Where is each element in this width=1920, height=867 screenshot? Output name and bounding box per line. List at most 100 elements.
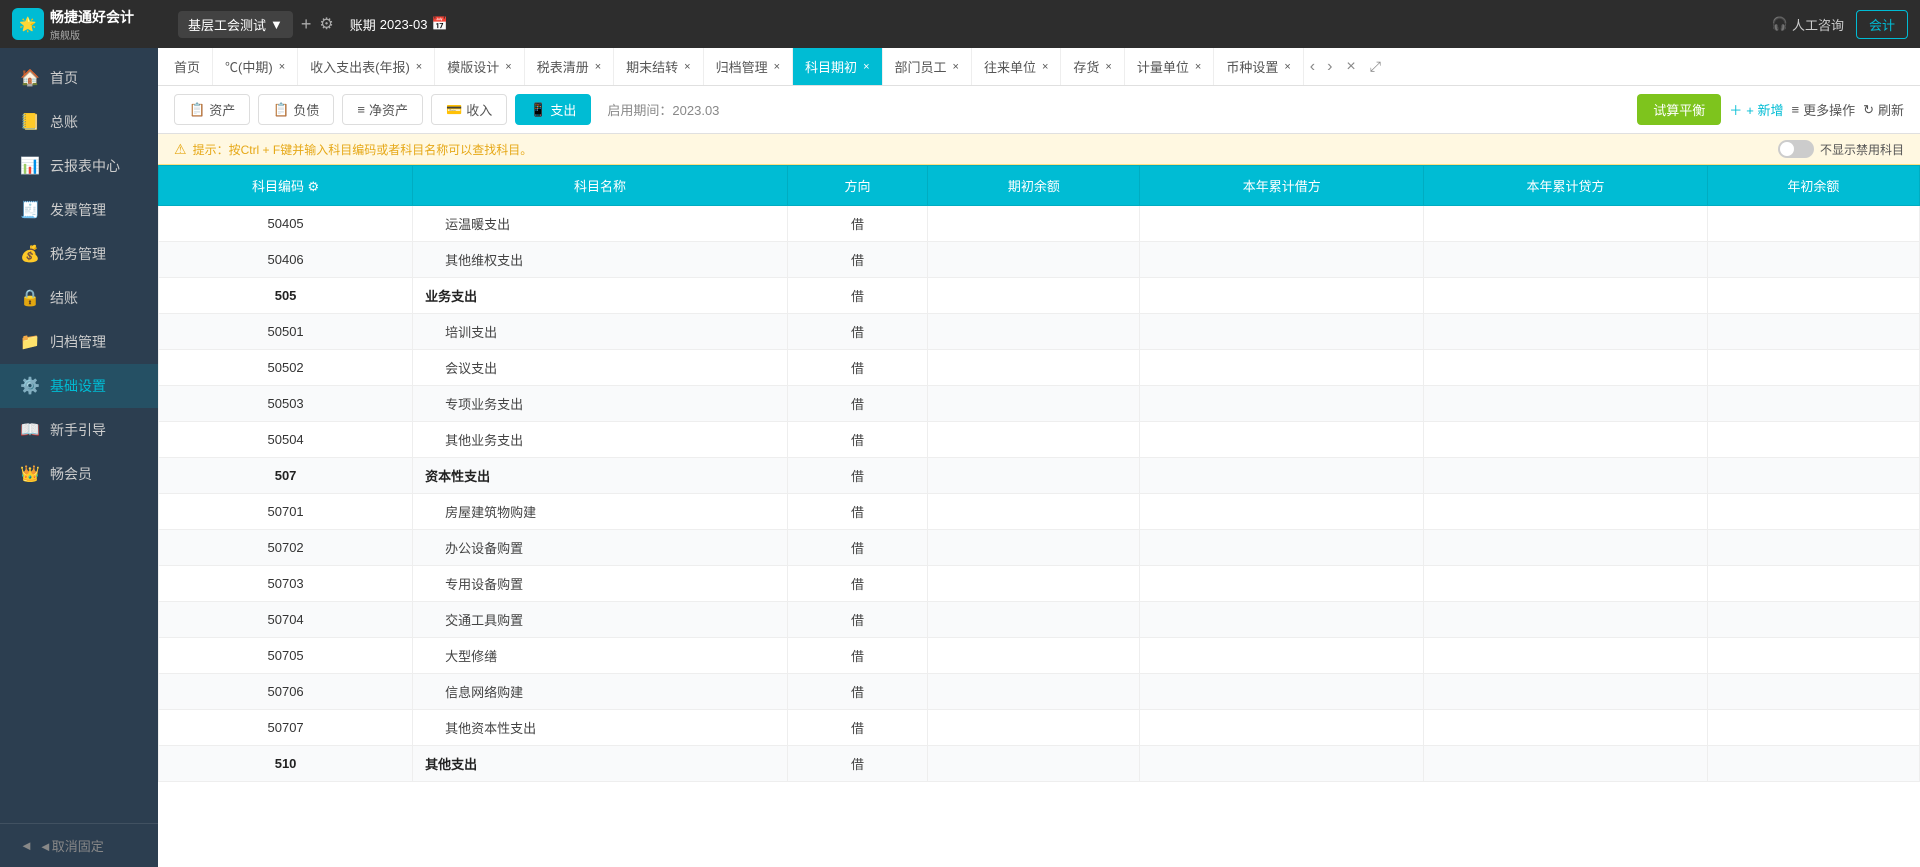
- tab-partner-close[interactable]: ×: [1042, 61, 1048, 73]
- tab-dept[interactable]: 部门员工 ×: [883, 48, 972, 85]
- tab-inventory[interactable]: 存货 ×: [1061, 48, 1124, 85]
- ai-consult-btn[interactable]: 🎧 人工咨询: [1772, 15, 1844, 34]
- sub-tab-equity[interactable]: ≡ 净资产: [342, 94, 423, 125]
- tab-archive-close[interactable]: ×: [774, 61, 780, 73]
- tab-unit-close[interactable]: ×: [1195, 61, 1201, 73]
- sidebar-item-guide[interactable]: 📖 新手引导: [0, 408, 158, 452]
- tab-expand-btn[interactable]: ⤢: [1364, 58, 1387, 75]
- tab-period-close[interactable]: ×: [279, 61, 285, 73]
- cell-code: 50501: [159, 314, 413, 350]
- tab-period-label: ℃(中期): [225, 57, 273, 76]
- tab-dept-close[interactable]: ×: [953, 61, 959, 73]
- table-row[interactable]: 50502 会议支出 借: [159, 350, 1920, 386]
- sub-tab-expense[interactable]: 📱 支出: [515, 94, 591, 125]
- cell-ytd-credit: [1424, 386, 1708, 422]
- more-btn[interactable]: ≡ 更多操作: [1791, 100, 1855, 119]
- table-row[interactable]: 50504 其他业务支出 借: [159, 422, 1920, 458]
- cell-code: 50701: [159, 494, 413, 530]
- cell-direction: 借: [787, 674, 928, 710]
- sub-tab-liability-label: 负债: [293, 100, 319, 119]
- sidebar-item-ledger[interactable]: 📒 总账: [0, 100, 158, 144]
- table-row[interactable]: 50703 专用设备购置 借: [159, 566, 1920, 602]
- sidebar-item-report[interactable]: 📊 云报表中心: [0, 144, 158, 188]
- table-row[interactable]: 50706 信息网络购建 借: [159, 674, 1920, 710]
- sidebar-item-close[interactable]: 🔒 结账: [0, 276, 158, 320]
- sidebar-item-tax[interactable]: 💰 税务管理: [0, 232, 158, 276]
- cell-ytd-credit: [1424, 206, 1708, 242]
- tab-template-close[interactable]: ×: [505, 61, 511, 73]
- cell-ytd-credit: [1424, 638, 1708, 674]
- table-row[interactable]: 50501 培训支出 借: [159, 314, 1920, 350]
- company-selector[interactable]: 基层工会测试 ▼: [178, 11, 293, 38]
- kuaiji-btn[interactable]: 会计: [1856, 10, 1908, 39]
- sub-tab-income-tab[interactable]: 💳 收入: [431, 94, 507, 125]
- tab-income[interactable]: 收入支出表(年报) ×: [298, 48, 435, 85]
- gear-icon: ⚙️: [20, 376, 40, 396]
- cell-code: 50502: [159, 350, 413, 386]
- settings-icon[interactable]: ⚙: [319, 14, 333, 34]
- tab-partner[interactable]: 往来单位 ×: [972, 48, 1061, 85]
- tab-archive[interactable]: 归档管理 ×: [704, 48, 793, 85]
- table-row[interactable]: 50503 专项业务支出 借: [159, 386, 1920, 422]
- sidebar-label-home: 首页: [50, 68, 78, 88]
- tab-close-all-btn[interactable]: ×: [1338, 58, 1363, 76]
- table-row[interactable]: 50702 办公设备购置 借: [159, 530, 1920, 566]
- equity-icon: ≡: [357, 102, 365, 117]
- table-row[interactable]: 505 业务支出 借: [159, 278, 1920, 314]
- tab-prev-btn[interactable]: ‹: [1304, 58, 1321, 76]
- hide-toggle-switch[interactable]: [1778, 140, 1814, 158]
- tab-currency-close[interactable]: ×: [1284, 61, 1290, 73]
- sidebar-item-settings[interactable]: ⚙️ 基础设置: [0, 364, 158, 408]
- calendar-icon[interactable]: 📅: [431, 16, 447, 32]
- table-row[interactable]: 510 其他支出 借: [159, 746, 1920, 782]
- sidebar-item-archive[interactable]: 📁 归档管理: [0, 320, 158, 364]
- sidebar-collapse-btn[interactable]: ◄ ◄取消固定: [0, 823, 158, 867]
- tab-home[interactable]: 首页: [162, 48, 213, 85]
- tab-income-close[interactable]: ×: [416, 61, 422, 73]
- cell-direction: 借: [787, 494, 928, 530]
- sidebar-item-home[interactable]: 🏠 首页: [0, 56, 158, 100]
- cell-year-start: [1707, 242, 1919, 278]
- close-period-icon: 🔒: [20, 288, 40, 308]
- table-row[interactable]: 50701 房屋建筑物购建 借: [159, 494, 1920, 530]
- tab-currency[interactable]: 币种设置 ×: [1214, 48, 1303, 85]
- th-ytd-debit: 本年累计借方: [1140, 166, 1424, 206]
- table-row[interactable]: 50405 运温暖支出 借: [159, 206, 1920, 242]
- tab-unit[interactable]: 计量单位 ×: [1125, 48, 1214, 85]
- sub-tab-asset[interactable]: 📋 资产: [174, 94, 250, 125]
- cell-ytd-debit: [1140, 710, 1424, 746]
- tab-template[interactable]: 模版设计 ×: [435, 48, 524, 85]
- cell-ytd-debit: [1140, 602, 1424, 638]
- cell-name: 办公设备购置: [413, 530, 788, 566]
- cell-opening: [928, 638, 1140, 674]
- cell-name: 房屋建筑物购建: [413, 494, 788, 530]
- sub-tab-income-label: 收入: [466, 100, 492, 119]
- sidebar-item-invoice[interactable]: 🧾 发票管理: [0, 188, 158, 232]
- toggle-knob: [1780, 142, 1794, 156]
- cell-name: 交通工具购置: [413, 602, 788, 638]
- table-row[interactable]: 50704 交通工具购置 借: [159, 602, 1920, 638]
- add-btn[interactable]: ＋ + 新增: [1729, 100, 1783, 119]
- table-row[interactable]: 50705 大型修缮 借: [159, 638, 1920, 674]
- tab-subject-init[interactable]: 科目期初 ×: [793, 48, 882, 85]
- tab-next-btn[interactable]: ›: [1321, 58, 1338, 76]
- table-row[interactable]: 50707 其他资本性支出 借: [159, 710, 1920, 746]
- logo-text: 畅捷通好会计: [50, 7, 134, 27]
- tab-inventory-close[interactable]: ×: [1105, 61, 1111, 73]
- sub-tab-liability[interactable]: 📋 负债: [258, 94, 334, 125]
- balance-btn[interactable]: 试算平衡: [1637, 94, 1721, 125]
- refresh-btn[interactable]: ↻ 刷新: [1863, 100, 1904, 119]
- tab-subject-init-close[interactable]: ×: [863, 61, 869, 73]
- sidebar-item-member[interactable]: 👑 畅会员: [0, 452, 158, 496]
- tab-taxclear-close[interactable]: ×: [595, 61, 601, 73]
- cell-name: 资本性支出: [413, 458, 788, 494]
- tab-taxclear[interactable]: 税表清册 ×: [525, 48, 614, 85]
- tab-archive-label: 归档管理: [716, 57, 768, 76]
- table-row[interactable]: 50406 其他维权支出 借: [159, 242, 1920, 278]
- table-row[interactable]: 507 资本性支出 借: [159, 458, 1920, 494]
- tab-period-end[interactable]: 期末结转 ×: [614, 48, 703, 85]
- add-icon[interactable]: +: [301, 14, 312, 35]
- tab-partner-label: 往来单位: [984, 57, 1036, 76]
- tab-period-end-close[interactable]: ×: [684, 61, 690, 73]
- tab-period[interactable]: ℃(中期) ×: [213, 48, 298, 85]
